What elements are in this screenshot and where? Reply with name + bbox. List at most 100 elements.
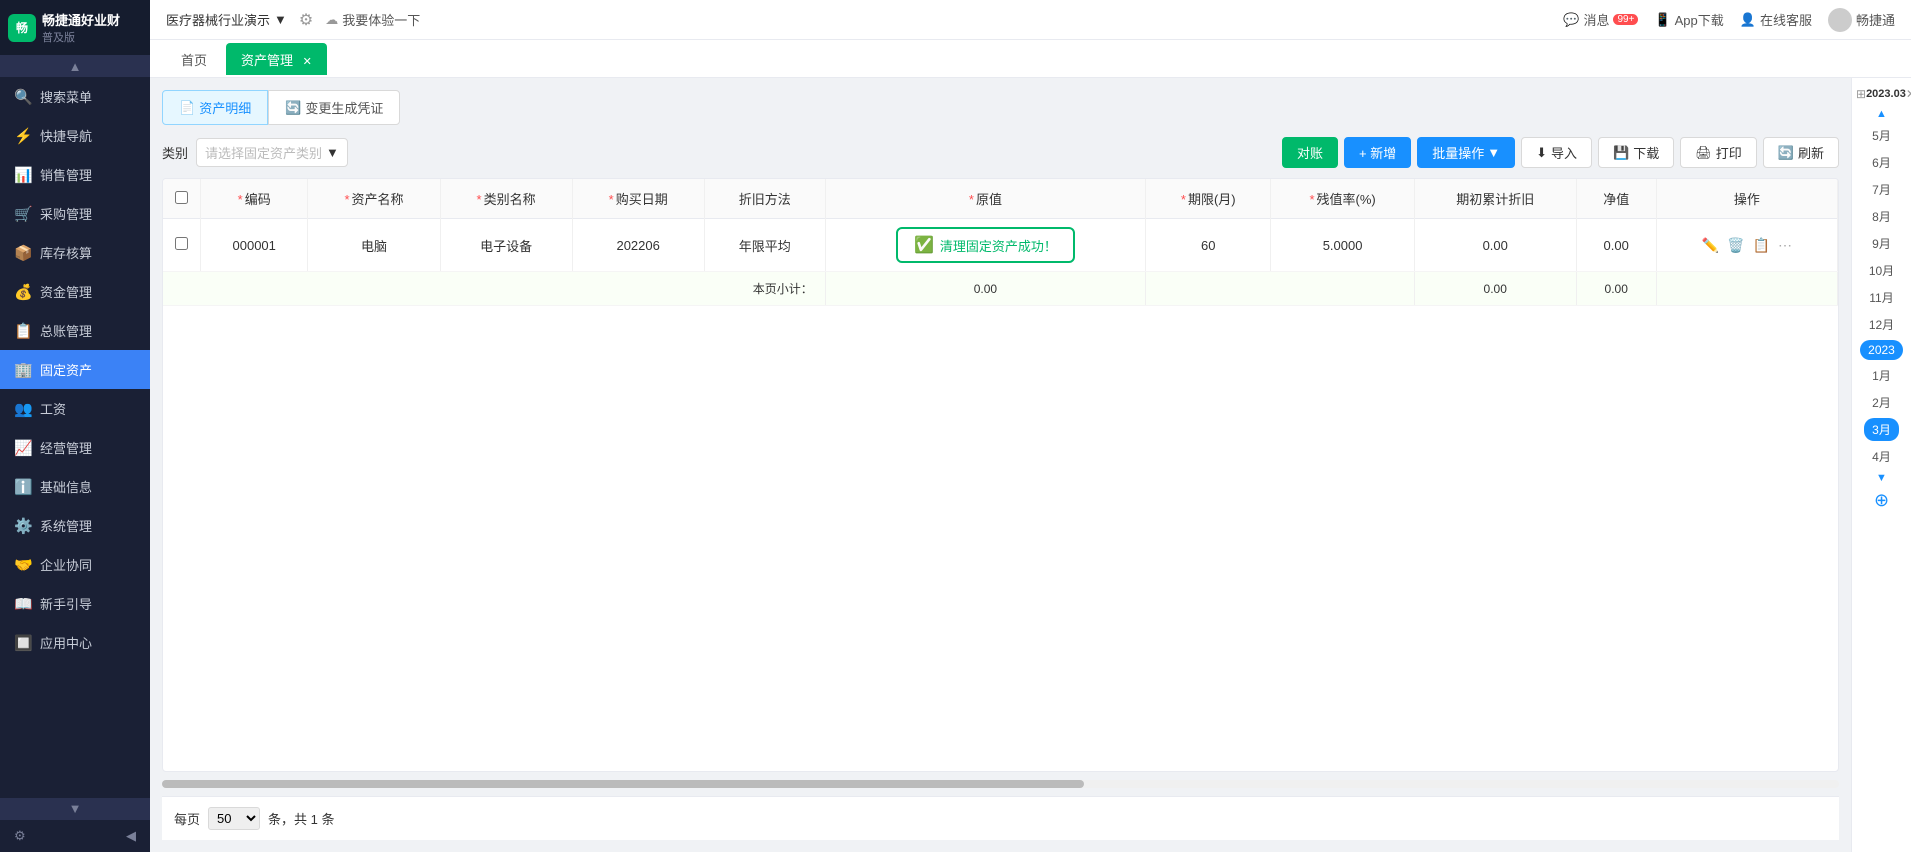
pagination: 每页 50 100 条，共 1 条	[162, 796, 1839, 840]
row-code: 000001	[201, 219, 308, 272]
topbar: 医疗器械行业演示 ▼ ⚙ ☁ 我要体验一下 💬 消息 99+ 📱 App下载 👤…	[150, 0, 1911, 40]
sidebar-item-quick-nav[interactable]: ⚡ 快捷导航	[0, 116, 150, 155]
batch-button[interactable]: 批量操作 ▼	[1417, 137, 1515, 168]
subtotal-original-value: 0.00	[825, 272, 1145, 306]
refresh-button[interactable]: 🔄 刷新	[1763, 137, 1839, 168]
company-name: 医疗器械行业演示	[166, 10, 270, 29]
print-button[interactable]: 🖨 打印	[1680, 137, 1757, 168]
app-subtitle: 普及版	[42, 29, 120, 45]
sidebar-item-label: 系统管理	[40, 516, 92, 535]
sidebar-item-capital[interactable]: 💰 资金管理	[0, 272, 150, 311]
copy-icon[interactable]: 📋	[1753, 237, 1770, 254]
subtotal-empty	[1146, 272, 1415, 306]
action-icons: ✏️ 🗑️ 📋 ⋯	[1669, 237, 1825, 254]
row-actions: ✏️ 🗑️ 📋 ⋯	[1656, 219, 1837, 272]
online-service-btn[interactable]: 👤 在线客服	[1740, 10, 1812, 29]
sidebar-item-label: 工资	[40, 399, 66, 418]
col-action: 操作	[1656, 179, 1837, 219]
sidebar-item-system[interactable]: ⚙️ 系统管理	[0, 506, 150, 545]
messages-btn[interactable]: 💬 消息 99+	[1563, 10, 1638, 29]
timeline-item-7[interactable]: 7月	[1852, 176, 1911, 203]
horizontal-scrollbar[interactable]	[162, 780, 1839, 788]
user-menu[interactable]: 畅捷通	[1828, 8, 1895, 32]
per-page-label: 每页	[174, 809, 200, 828]
tab-asset-mgmt[interactable]: 资产管理 ✕	[226, 43, 327, 75]
timeline-item-12[interactable]: 12月	[1852, 311, 1911, 338]
sidebar-item-app-center[interactable]: 🔲 应用中心	[0, 623, 150, 662]
import-icon: ⬇	[1536, 145, 1547, 161]
sidebar-scroll-up[interactable]: ▲	[0, 56, 150, 77]
change-voucher-icon: 🔄	[285, 100, 301, 116]
timeline-item-10[interactable]: 10月	[1852, 257, 1911, 284]
sidebar-item-operations[interactable]: 📈 经营管理	[0, 428, 150, 467]
timeline-scroll-down[interactable]: ▼	[1876, 470, 1887, 486]
subtotal-label: 本页小计：	[163, 272, 825, 306]
sidebar-item-sales[interactable]: 📊 销售管理	[0, 155, 150, 194]
settings-icon[interactable]: ⚙	[14, 828, 26, 844]
timeline-close-icon[interactable]: ✕	[1906, 87, 1911, 101]
sidebar-item-ledger[interactable]: 📋 总账管理	[0, 311, 150, 350]
sidebar-header: 畅 畅捷通好业财 普及版	[0, 0, 150, 56]
col-period: *期限(月)	[1146, 179, 1271, 219]
sidebar-item-label: 应用中心	[40, 633, 92, 652]
timeline-item-3[interactable]: 3月	[1864, 418, 1899, 441]
reconcile-button[interactable]: 对账	[1282, 137, 1338, 168]
ledger-icon: 📋	[14, 322, 32, 340]
online-service-label: 在线客服	[1760, 10, 1812, 29]
sub-tab-change-voucher[interactable]: 🔄 变更生成凭证	[268, 90, 400, 125]
app-download-btn[interactable]: 📱 App下载	[1654, 10, 1723, 29]
company-selector[interactable]: 医疗器械行业演示 ▼	[166, 10, 287, 29]
col-net-value: 净值	[1576, 179, 1656, 219]
new-button[interactable]: + 新增	[1344, 137, 1411, 168]
sub-tab-asset-detail[interactable]: 📄 资产明细	[162, 90, 268, 125]
import-button[interactable]: ⬇ 导入	[1521, 137, 1592, 168]
timeline-item-1[interactable]: 1月	[1852, 362, 1911, 389]
category-filter-select[interactable]: 请选择固定资产类别 ▼	[196, 138, 348, 167]
tab-close-icon[interactable]: ✕	[303, 56, 312, 68]
row-name: 电脑	[308, 219, 440, 272]
sidebar-item-purchase[interactable]: 🛒 采购管理	[0, 194, 150, 233]
timeline-item-9[interactable]: 9月	[1852, 230, 1911, 257]
timeline-item-4[interactable]: 4月	[1852, 443, 1911, 470]
timeline-item-6[interactable]: 6月	[1852, 149, 1911, 176]
sidebar-scroll-down[interactable]: ▼	[0, 798, 150, 819]
row-residual-rate: 5.0000	[1271, 219, 1414, 272]
select-all-checkbox[interactable]	[175, 191, 188, 204]
row-select-checkbox[interactable]	[175, 237, 188, 250]
content-area: 📄 资产明细 🔄 变更生成凭证 类别 请选择固定资产类别 ▼	[150, 78, 1911, 852]
refresh-label: 刷新	[1798, 143, 1824, 162]
timeline-item-2[interactable]: 2月	[1852, 389, 1911, 416]
tab-asset-mgmt-label: 资产管理	[241, 53, 293, 68]
collapse-icon[interactable]: ◀	[126, 828, 136, 844]
settings-gear-icon[interactable]: ⚙	[299, 10, 313, 30]
sidebar-item-guide[interactable]: 📖 新手引导	[0, 584, 150, 623]
timeline-header[interactable]: 2023.03	[1866, 84, 1906, 104]
download-button[interactable]: 💾 下载	[1598, 137, 1674, 168]
sidebar-item-enterprise[interactable]: 🤝 企业协同	[0, 545, 150, 584]
more-icon[interactable]: ⋯	[1778, 237, 1792, 254]
per-page-select[interactable]: 50 100	[208, 807, 260, 830]
timeline-scroll-up[interactable]: ▲	[1876, 106, 1887, 122]
row-checkbox[interactable]	[163, 219, 201, 272]
timeline-item-year-2023[interactable]: 2023	[1860, 340, 1903, 360]
sidebar-item-inventory[interactable]: 📦 库存核算	[0, 233, 150, 272]
sidebar-item-label: 搜索菜单	[40, 87, 92, 106]
timeline-item-5[interactable]: 5月	[1852, 122, 1911, 149]
row-depreciation-method: 年限平均	[704, 219, 825, 272]
experience-btn[interactable]: ☁ 我要体验一下	[325, 10, 420, 29]
subtotal-net-value: 0.00	[1576, 272, 1656, 306]
delete-icon[interactable]: 🗑️	[1727, 237, 1744, 254]
sidebar-item-basic-info[interactable]: ℹ️ 基础信息	[0, 467, 150, 506]
dropdown-icon: ▼	[274, 12, 287, 27]
toolbar-right: 对账 + 新增 批量操作 ▼ ⬇ 导入 💾 下载	[1282, 137, 1839, 168]
print-label: 打印	[1716, 143, 1742, 162]
timeline-item-11[interactable]: 11月	[1852, 284, 1911, 311]
timeline-expand-icon[interactable]: ⊞	[1856, 87, 1866, 101]
timeline-down-arrow[interactable]: ⊕	[1874, 490, 1889, 511]
edit-icon[interactable]: ✏️	[1702, 237, 1719, 254]
sidebar-item-payroll[interactable]: 👥 工资	[0, 389, 150, 428]
sidebar-item-fixed-assets[interactable]: 🏢 固定资产	[0, 350, 150, 389]
sidebar-item-search[interactable]: 🔍 搜索菜单	[0, 77, 150, 116]
tab-home[interactable]: 首页	[166, 43, 222, 75]
timeline-item-8[interactable]: 8月	[1852, 203, 1911, 230]
